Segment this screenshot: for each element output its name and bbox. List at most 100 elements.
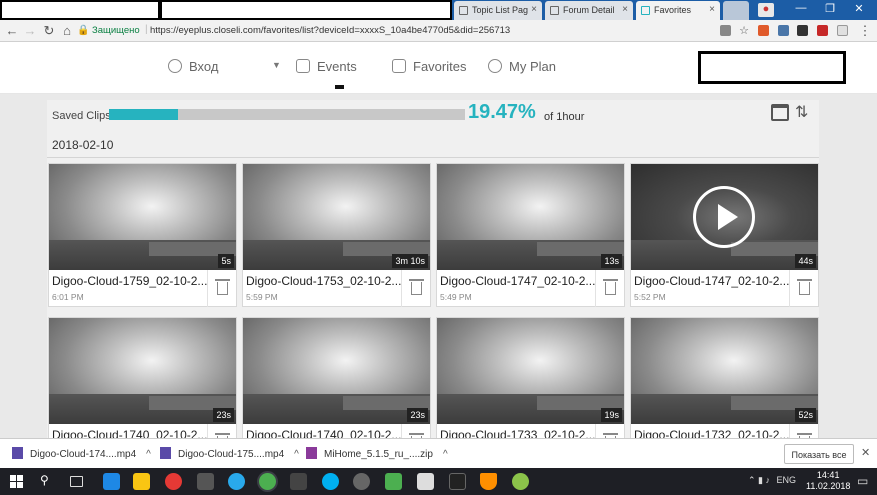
minimize-icon[interactable]: —: [790, 2, 812, 14]
sort-icon[interactable]: ⇅: [795, 102, 808, 122]
delete-clip-button[interactable]: [401, 270, 430, 307]
chevron-up-icon[interactable]: ^: [443, 449, 448, 460]
delete-clip-button[interactable]: [207, 270, 236, 307]
tab-favorites[interactable]: Favorites ×: [636, 1, 720, 20]
menu-icon[interactable]: ⋮: [857, 23, 873, 39]
telegram-icon[interactable]: [228, 473, 245, 490]
clip-thumbnail[interactable]: 19s: [437, 318, 624, 424]
back-arrow-icon[interactable]: ←: [4, 23, 20, 38]
site-favicon-icon: [641, 6, 650, 15]
content-area: Saved Clips: 19.47% of 1hour ⇅ 2018-02-1…: [0, 94, 877, 461]
trash-icon: [215, 279, 230, 281]
yandex-icon[interactable]: [165, 473, 182, 490]
app-icon[interactable]: [353, 473, 370, 490]
clip-thumbnail[interactable]: 3m 10s: [243, 164, 430, 270]
play-icon[interactable]: [693, 186, 755, 248]
search-icon[interactable]: ⚲: [40, 473, 57, 490]
app-icon[interactable]: [197, 473, 214, 490]
file-explorer-icon[interactable]: [133, 473, 150, 490]
clip-card[interactable]: 3m 10s Digoo-Cloud-1753_02-10-2... 5:59 PM: [242, 163, 431, 307]
chevron-down-icon[interactable]: ▼: [272, 60, 281, 70]
clip-thumbnail[interactable]: 23s: [243, 318, 430, 424]
app-icon[interactable]: [290, 473, 307, 490]
divider: [47, 157, 819, 158]
nav-my-plan[interactable]: My Plan: [488, 59, 556, 74]
extension-icon[interactable]: [797, 25, 808, 36]
delete-clip-button[interactable]: [789, 270, 818, 307]
windows-start-icon[interactable]: [10, 475, 24, 489]
close-tab-icon[interactable]: ×: [709, 4, 715, 15]
extension-icon[interactable]: [758, 25, 769, 36]
redacted-tab[interactable]: [0, 0, 160, 20]
translate-icon[interactable]: [720, 25, 731, 36]
browser-tab-strip: Topic List Pag × Forum Detail × Favorite…: [0, 0, 877, 20]
vk-extension-icon[interactable]: [778, 25, 789, 36]
chrome-icon[interactable]: [259, 473, 276, 490]
trash-icon: [797, 433, 812, 435]
clip-thumbnail[interactable]: 13s: [437, 164, 624, 270]
download-item[interactable]: Digoo-Cloud-174....mp4 ^: [12, 447, 151, 460]
app-icon[interactable]: [512, 473, 529, 490]
mail-icon[interactable]: [417, 473, 434, 490]
clock[interactable]: 14:41 11.02.2018: [806, 470, 850, 492]
skype-icon[interactable]: [322, 473, 339, 490]
close-icon[interactable]: ✕: [861, 446, 870, 459]
forward-arrow-icon[interactable]: →: [22, 23, 38, 38]
tab-topic-list[interactable]: Topic List Pag ×: [454, 1, 542, 20]
star-icon[interactable]: ☆: [736, 24, 752, 37]
clip-thumbnail[interactable]: 5s: [49, 164, 236, 270]
clip-thumbnail[interactable]: 52s: [631, 318, 818, 424]
url-input[interactable]: https://eyeplus.closeli.com/favorites/li…: [150, 25, 510, 36]
calendar-icon[interactable]: [771, 104, 789, 121]
close-tab-icon[interactable]: ×: [531, 4, 537, 15]
extension-icon[interactable]: [817, 25, 828, 36]
play-circle-icon: [488, 59, 502, 73]
new-tab-button[interactable]: [723, 1, 749, 20]
chevron-up-icon[interactable]: ^: [294, 449, 299, 460]
storage-percent: 19.47%: [468, 101, 536, 123]
clip-card[interactable]: 44s Digoo-Cloud-1747_02-10-2... 5:52 PM: [630, 163, 819, 307]
download-item[interactable]: MiHome_5.1.5_ru_....zip ^: [306, 447, 448, 460]
clip-title[interactable]: Digoo-Cloud-1747_02-10-2...: [440, 274, 595, 288]
reload-icon[interactable]: ↻: [41, 23, 57, 39]
maximize-icon[interactable]: ❐: [819, 2, 841, 15]
redacted-tab[interactable]: [160, 0, 452, 20]
nav-favorites[interactable]: Favorites: [392, 59, 466, 74]
clip-title[interactable]: Digoo-Cloud-1747_02-10-2...: [634, 274, 789, 288]
close-window-icon[interactable]: ✕: [848, 2, 870, 15]
download-item[interactable]: Digoo-Cloud-175....mp4 ^: [160, 447, 299, 460]
video-file-icon: [12, 447, 23, 459]
lock-icon[interactable]: 🔒: [77, 25, 89, 36]
system-tray[interactable]: ⌃ ▮ ♪ ENG: [748, 475, 796, 486]
extension-icon[interactable]: [837, 25, 848, 36]
archive-file-icon: [306, 447, 317, 459]
clip-card[interactable]: 5s Digoo-Cloud-1759_02-10-2... 6:01 PM: [48, 163, 237, 307]
trash-icon: [603, 279, 618, 281]
delete-clip-button[interactable]: [595, 270, 624, 307]
clip-thumbnail[interactable]: 23s: [49, 318, 236, 424]
nav-login[interactable]: Вход: [168, 59, 218, 74]
duration-badge: 5s: [218, 254, 234, 268]
app-icon[interactable]: [449, 473, 466, 490]
show-all-downloads-button[interactable]: Показать все: [784, 444, 854, 464]
clip-card[interactable]: 13s Digoo-Cloud-1747_02-10-2... 5:49 PM: [436, 163, 625, 307]
home-icon[interactable]: ⌂: [59, 23, 75, 38]
language-indicator[interactable]: ENG: [777, 475, 797, 485]
nav-events[interactable]: Events: [296, 59, 357, 74]
events-icon: [296, 59, 310, 73]
edge-icon[interactable]: [103, 473, 120, 490]
tab-forum-detail[interactable]: Forum Detail ×: [545, 1, 633, 20]
app-icon[interactable]: [385, 473, 402, 490]
clip-title[interactable]: Digoo-Cloud-1753_02-10-2...: [246, 274, 401, 288]
clip-title[interactable]: Digoo-Cloud-1759_02-10-2...: [52, 274, 207, 288]
task-view-icon[interactable]: [70, 476, 83, 487]
favorites-icon: [392, 59, 406, 73]
profile-icon[interactable]: ●: [758, 3, 774, 17]
clip-thumbnail[interactable]: 44s: [631, 164, 818, 270]
chevron-up-icon[interactable]: ^: [146, 449, 151, 460]
vlc-icon[interactable]: [480, 473, 497, 490]
notifications-icon[interactable]: ▭: [857, 474, 868, 488]
active-nav-indicator: [335, 85, 344, 89]
close-tab-icon[interactable]: ×: [622, 4, 628, 15]
video-file-icon: [160, 447, 171, 459]
